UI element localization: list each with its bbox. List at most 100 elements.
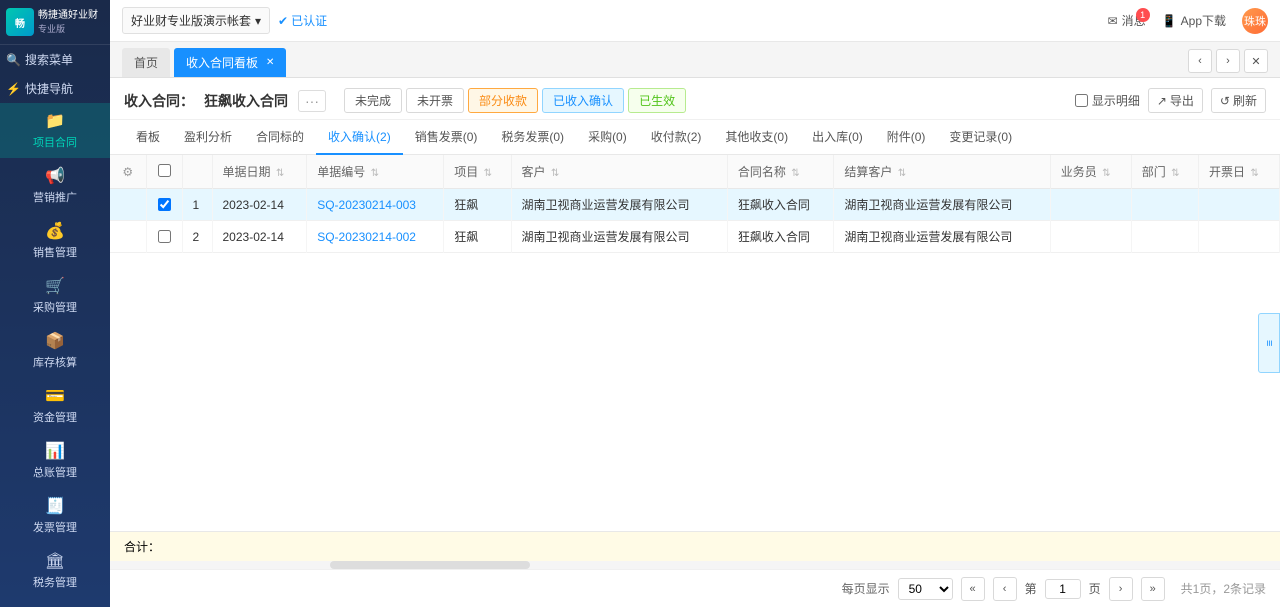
status-incomplete[interactable]: 未完成 <box>344 88 402 113</box>
tab-attachments[interactable]: 附件(0) <box>875 120 938 155</box>
col-customer-header[interactable]: 客户 ⇅ <box>511 155 727 189</box>
tab-income-confirm[interactable]: 收入确认(2) <box>316 120 403 155</box>
show-detail-label: 显示明细 <box>1092 92 1140 109</box>
col-settlement-header[interactable]: 结算客户 ⇅ <box>834 155 1050 189</box>
tab-in-out-store[interactable]: 出入库(0) <box>800 120 875 155</box>
sidebar-item-search[interactable]: 🔍 搜索菜单 <box>0 45 110 74</box>
tab-close-btn[interactable]: ✕ <box>1244 49 1268 73</box>
more-button[interactable]: ··· <box>298 90 326 112</box>
row1-docno[interactable]: SQ-20230214-003 <box>307 189 444 221</box>
sidebar-item-invoice[interactable]: 🧾 发票管理 <box>0 488 110 543</box>
app-subtitle: 专业版 <box>38 22 98 35</box>
sidebar-item-fixed-assets[interactable]: 🏗 固定资产 <box>0 598 110 607</box>
purchase-icon: 🛒 <box>45 276 65 296</box>
select-all-checkbox[interactable] <box>158 164 171 177</box>
sidebar-funds-label: 资金管理 <box>33 409 77 425</box>
col-checkbox <box>146 155 182 189</box>
tab-profit[interactable]: 盈利分析 <box>172 120 244 155</box>
table-row[interactable]: 2 2023-02-14 SQ-20230214-002 狂飙 湖南卫视商业运营… <box>110 221 1280 253</box>
tab-change-log[interactable]: 变更记录(0) <box>937 120 1024 155</box>
scroll-bar-container[interactable] <box>110 561 1280 569</box>
col-salesperson-header[interactable]: 业务员 ⇅ <box>1050 155 1131 189</box>
detail-checkbox-input[interactable] <box>1075 94 1088 107</box>
sidebar-sales-label: 销售管理 <box>33 244 77 260</box>
show-detail-checkbox[interactable]: 显示明细 <box>1075 92 1140 109</box>
row2-docno-link[interactable]: SQ-20230214-002 <box>317 230 416 244</box>
scroll-bar-thumb[interactable] <box>330 561 530 569</box>
row1-checkbox-input[interactable] <box>158 198 171 211</box>
app-download-button[interactable]: 📱 App下载 <box>1162 12 1226 29</box>
status-effective[interactable]: 已生效 <box>628 88 686 113</box>
contract-sort-icon[interactable]: ⇅ <box>791 168 799 179</box>
tab-contract-standard[interactable]: 合同标的 <box>244 120 316 155</box>
col-date-header[interactable]: 单据日期 ⇅ <box>212 155 307 189</box>
tab-home[interactable]: 首页 <box>122 48 170 77</box>
company-selector[interactable]: 好业财专业版演示帐套 ▾ <box>122 7 270 34</box>
sidebar-item-funds[interactable]: 💳 资金管理 <box>0 378 110 433</box>
quick-nav-icon: ⚡ <box>6 82 21 96</box>
project-sort-icon[interactable]: ⇅ <box>484 168 492 179</box>
user-avatar[interactable]: 珠珠 <box>1242 8 1268 34</box>
customer-sort-icon[interactable]: ⇅ <box>551 168 559 179</box>
verified-badge: ✔ 已认证 <box>278 12 327 29</box>
sidebar-item-general[interactable]: 📊 总账管理 <box>0 433 110 488</box>
salesperson-sort-icon[interactable]: ⇅ <box>1102 168 1110 179</box>
sidebar-item-quick-nav[interactable]: ⚡ 快捷导航 <box>0 74 110 103</box>
opendate-sort-icon[interactable]: ⇅ <box>1250 168 1258 179</box>
col-settings[interactable]: ⚙ <box>110 155 146 189</box>
first-page-btn[interactable]: « <box>961 577 985 601</box>
row1-customer: 湖南卫视商业运营发展有限公司 <box>511 189 727 221</box>
refresh-icon: ↺ <box>1220 94 1230 108</box>
last-page-btn[interactable]: » <box>1141 577 1165 601</box>
row2-checkbox-input[interactable] <box>158 230 171 243</box>
page-input[interactable] <box>1045 579 1081 599</box>
tab-next-btn[interactable]: › <box>1216 49 1240 73</box>
sidebar-item-sales[interactable]: 💰 销售管理 <box>0 213 110 268</box>
right-action-button[interactable]: ≡ <box>1258 313 1280 373</box>
col-dept-header[interactable]: 部门 ⇅ <box>1131 155 1198 189</box>
tab-tax-invoice[interactable]: 税务发票(0) <box>489 120 576 155</box>
refresh-button[interactable]: ↺ 刷新 <box>1211 88 1266 113</box>
tab-sales-invoice[interactable]: 销售发票(0) <box>403 120 490 155</box>
app-download-label: App下载 <box>1181 12 1226 29</box>
tab-kanban[interactable]: 看板 <box>124 120 172 155</box>
export-button[interactable]: ↗ 导出 <box>1148 88 1203 113</box>
row1-docno-link[interactable]: SQ-20230214-003 <box>317 198 416 212</box>
date-sort-icon[interactable]: ⇅ <box>276 168 284 179</box>
right-action-bar: ≡ <box>1258 313 1280 373</box>
sidebar-item-tax[interactable]: 🏛 税务管理 <box>0 543 110 598</box>
row1-dept <box>1131 189 1198 221</box>
status-partial-payment[interactable]: 部分收款 <box>468 88 538 113</box>
tab-other-income[interactable]: 其他收支(0) <box>713 120 800 155</box>
dept-sort-icon[interactable]: ⇅ <box>1171 168 1179 179</box>
page-size-select[interactable]: 50 100 200 <box>898 578 953 600</box>
col-opendate-header[interactable]: 开票日 ⇅ <box>1198 155 1279 189</box>
settlement-sort-icon[interactable]: ⇅ <box>898 168 906 179</box>
next-page-btn[interactable]: › <box>1109 577 1133 601</box>
prev-page-btn[interactable]: ‹ <box>993 577 1017 601</box>
tab-contract-board[interactable]: 收入合同看板 ✕ <box>174 48 286 77</box>
message-button[interactable]: ✉ 消息 1 <box>1108 12 1146 29</box>
sidebar-item-purchase[interactable]: 🛒 采购管理 <box>0 268 110 323</box>
col-project-header[interactable]: 项目 ⇅ <box>444 155 511 189</box>
funds-icon: 💳 <box>45 386 65 406</box>
tab-purchase[interactable]: 采购(0) <box>576 120 639 155</box>
tab-payment[interactable]: 收付款(2) <box>639 120 714 155</box>
tab-close-icon[interactable]: ✕ <box>266 57 274 68</box>
row2-docno[interactable]: SQ-20230214-002 <box>307 221 444 253</box>
sidebar-item-project[interactable]: 📁 项目合同 <box>0 103 110 158</box>
sidebar-item-inventory[interactable]: 📦 库存核算 <box>0 323 110 378</box>
docno-sort-icon[interactable]: ⇅ <box>371 168 379 179</box>
col-contract-header[interactable]: 合同名称 ⇅ <box>727 155 833 189</box>
verified-label: 已认证 <box>291 12 327 29</box>
sidebar-tax-label: 税务管理 <box>33 574 77 590</box>
settings-icon[interactable]: ⚙ <box>122 165 133 179</box>
col-docno-header[interactable]: 单据编号 ⇅ <box>307 155 444 189</box>
tab-prev-btn[interactable]: ‹ <box>1188 49 1212 73</box>
row1-checkbox[interactable] <box>146 189 182 221</box>
table-row[interactable]: 1 2023-02-14 SQ-20230214-003 狂飙 湖南卫视商业运营… <box>110 189 1280 221</box>
status-uninvoiced[interactable]: 未开票 <box>406 88 464 113</box>
sidebar-item-marketing[interactable]: 📢 营销推广 <box>0 158 110 213</box>
status-confirmed[interactable]: 已收入确认 <box>542 88 624 113</box>
row2-checkbox[interactable] <box>146 221 182 253</box>
